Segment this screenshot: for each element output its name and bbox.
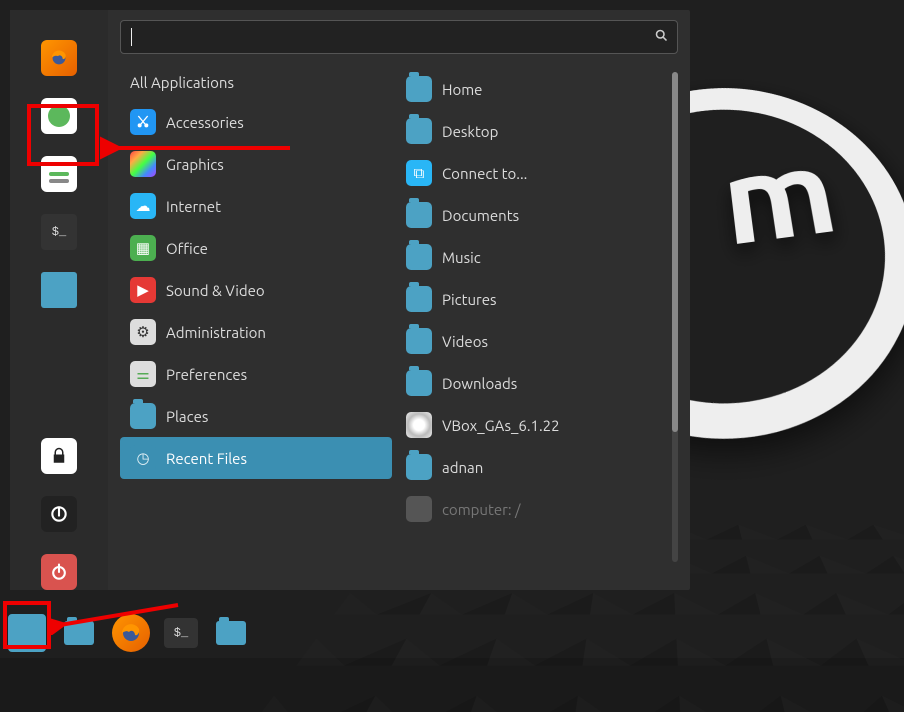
category-label: Sound & Video xyxy=(166,282,265,299)
category-label: Preferences xyxy=(166,366,247,383)
logout-button[interactable] xyxy=(41,496,77,532)
category-label: Places xyxy=(166,408,208,425)
place-label: Connect to... xyxy=(442,165,527,182)
favorite-files[interactable] xyxy=(41,272,77,308)
place-label: computer: / xyxy=(442,501,521,518)
category-label: Recent Files xyxy=(166,450,247,467)
category-office[interactable]: ▦Office xyxy=(120,227,392,269)
category-places[interactable]: Places xyxy=(120,395,392,437)
place-home[interactable]: Home xyxy=(396,68,668,110)
favorite-firefox[interactable] xyxy=(41,40,77,76)
category-label: Internet xyxy=(166,198,221,215)
place-desktop[interactable]: Desktop xyxy=(396,110,668,152)
categories-header: All Applications xyxy=(120,68,392,101)
category-sound-video[interactable]: ▶Sound & Video xyxy=(120,269,392,311)
favorite-system-settings[interactable] xyxy=(41,156,77,192)
category-label: Office xyxy=(166,240,208,257)
category-preferences[interactable]: ⚌Preferences xyxy=(120,353,392,395)
place-label: Music xyxy=(442,249,481,266)
favorite-apps-grid[interactable] xyxy=(41,98,77,134)
search-input[interactable] xyxy=(132,29,654,46)
place-connect-to[interactable]: ⧉Connect to... xyxy=(396,152,668,194)
place-label: Home xyxy=(442,81,482,98)
category-recent-files[interactable]: ◷Recent Files xyxy=(120,437,392,479)
annotation-arrow-top xyxy=(100,130,300,160)
menu-main: All Applications Accessories Graphics ☁I… xyxy=(108,10,690,590)
category-administration[interactable]: ⚙Administration xyxy=(120,311,392,353)
taskbar-files2[interactable] xyxy=(212,614,250,652)
place-downloads[interactable]: Downloads xyxy=(396,362,668,404)
place-documents[interactable]: Documents xyxy=(396,194,668,236)
favorite-terminal[interactable]: $_ xyxy=(41,214,77,250)
search-icon xyxy=(654,28,669,46)
place-label: adnan xyxy=(442,459,483,476)
application-menu: $_ All Applications Accessories Graphics xyxy=(10,10,690,590)
shutdown-button[interactable] xyxy=(41,554,77,590)
annotation-arrow-bottom xyxy=(48,600,188,635)
place-label: Desktop xyxy=(442,123,498,140)
place-label: Documents xyxy=(442,207,519,224)
place-videos[interactable]: Videos xyxy=(396,320,668,362)
place-computer-root[interactable]: computer: / xyxy=(396,488,668,530)
scrollbar-thumb[interactable] xyxy=(672,72,678,432)
search-bar[interactable] xyxy=(120,20,678,54)
place-adnan[interactable]: adnan xyxy=(396,446,668,488)
place-vbox-gas[interactable]: VBox_GAs_6.1.22 xyxy=(396,404,668,446)
taskbar-start-menu[interactable]: m xyxy=(8,614,46,652)
place-label: Videos xyxy=(442,333,488,350)
scrollbar[interactable] xyxy=(672,72,678,562)
lock-screen-button[interactable] xyxy=(41,438,77,474)
place-music[interactable]: Music xyxy=(396,236,668,278)
place-pictures[interactable]: Pictures xyxy=(396,278,668,320)
place-label: Pictures xyxy=(442,291,497,308)
category-internet[interactable]: ☁Internet xyxy=(120,185,392,227)
category-label: Administration xyxy=(166,324,266,341)
category-label: Accessories xyxy=(166,114,244,131)
place-label: Downloads xyxy=(442,375,517,392)
places-column: Home Desktop ⧉Connect to... Documents Mu… xyxy=(396,68,668,586)
favorites-column: $_ xyxy=(10,10,108,590)
place-label: VBox_GAs_6.1.22 xyxy=(442,417,560,434)
